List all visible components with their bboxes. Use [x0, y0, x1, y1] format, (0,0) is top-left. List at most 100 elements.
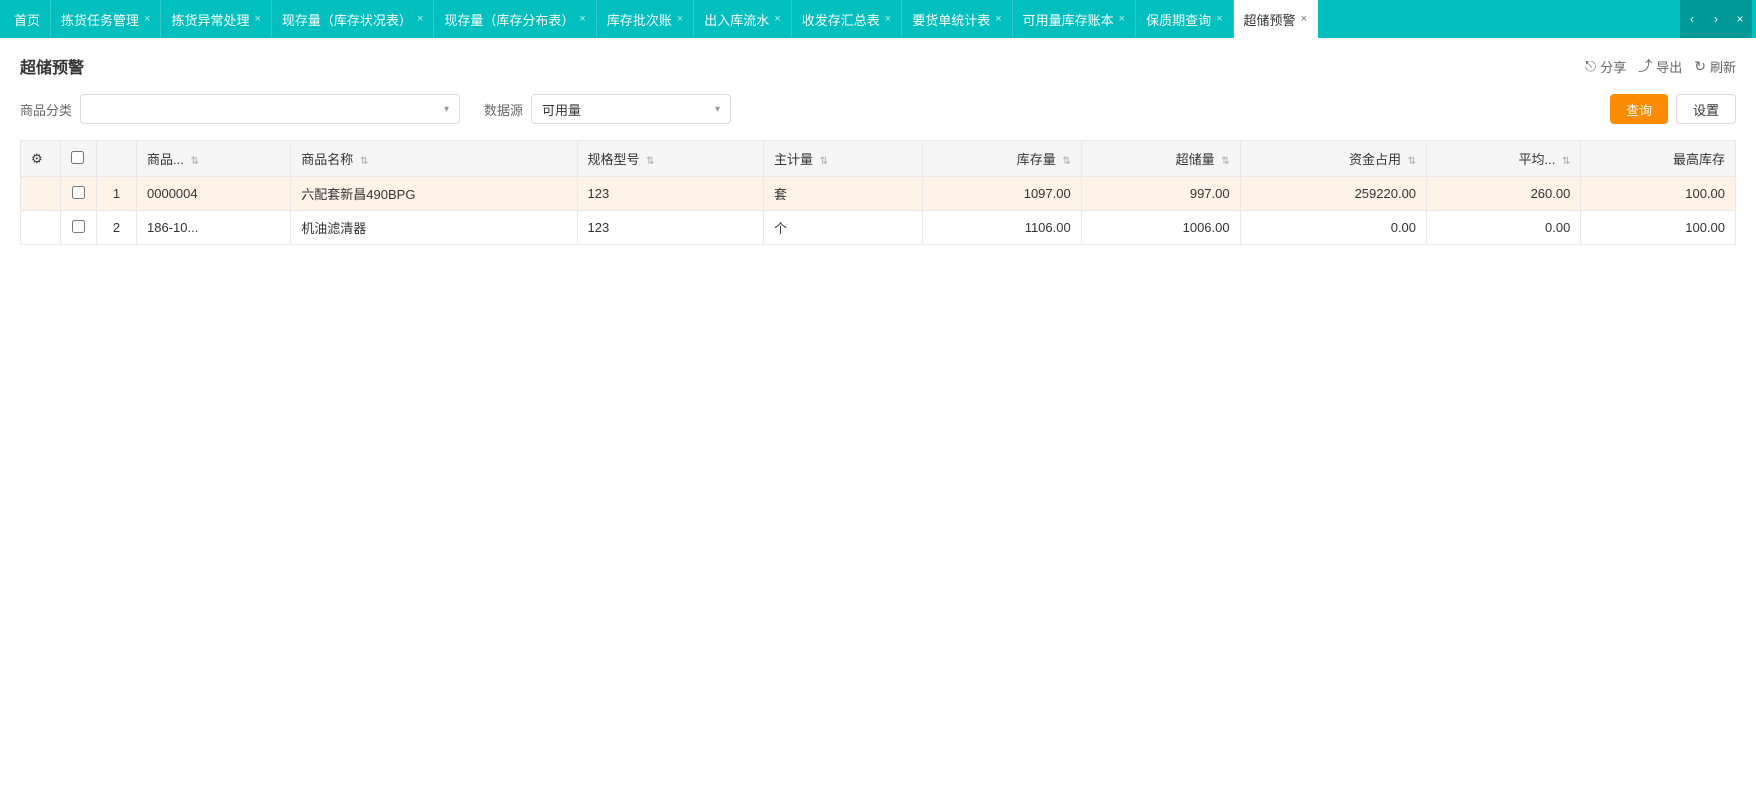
cell-avg: 260.00	[1427, 177, 1581, 211]
data-source-label: 数据源	[484, 100, 523, 119]
header-actions: ⎋ 分享 ⤴ 导出 ↻ 刷新	[1585, 56, 1736, 76]
nav-left-button[interactable]: ‹	[1680, 0, 1704, 38]
row-number: 2	[97, 211, 137, 245]
column-max-stock[interactable]: 最高库存	[1581, 141, 1736, 177]
tab-inventory-dist[interactable]: 现存量（库存分布表） ×	[434, 0, 596, 38]
row-action-cell	[21, 211, 61, 245]
tab-pick-task[interactable]: 拣货任务管理 ×	[51, 0, 161, 38]
data-source-select[interactable]: 可用量 ▾	[531, 94, 731, 124]
cell-unit: 个	[763, 211, 922, 245]
chevron-down-icon: ▾	[444, 104, 449, 115]
column-avg[interactable]: 平均... ⇅	[1427, 141, 1581, 177]
row-checkbox[interactable]	[72, 186, 85, 199]
tab-overstock-warning[interactable]: 超储预警 ×	[1234, 0, 1318, 38]
tab-order-stats[interactable]: 要货单统计表 ×	[902, 0, 1012, 38]
page-content: 超储预警 ⎋ 分享 ⤴ 导出 ↻ 刷新 商品分类 ▾ 数据源	[0, 38, 1756, 261]
cell-overstock: 1006.00	[1081, 211, 1240, 245]
export-icon: ⤴	[1638, 56, 1652, 76]
column-stock[interactable]: 库存量 ⇅	[922, 141, 1081, 177]
nav-right-button[interactable]: ›	[1704, 0, 1728, 38]
close-icon[interactable]: ×	[774, 13, 780, 25]
filter-bar: 商品分类 ▾ 数据源 可用量 ▾ 查询 设置	[20, 94, 1736, 124]
row-checkbox-cell	[61, 177, 97, 211]
tab-inventory-batch[interactable]: 库存批次账 ×	[597, 0, 694, 38]
page-title: 超储预警	[20, 54, 84, 78]
top-navigation: 首页 拣货任务管理 × 拣货异常处理 × 现存量（库存状况表） × 现存量（库存…	[0, 0, 1756, 38]
select-all-checkbox[interactable]	[71, 151, 84, 164]
table-row: 1 0000004 六配套新昌490BPG 123 套 1097.00	[21, 177, 1736, 211]
column-spec[interactable]: 规格型号 ⇅	[577, 141, 763, 177]
cell-spec: 123	[577, 177, 763, 211]
cell-product-name: 六配套新昌490BPG	[291, 177, 577, 211]
page-header: 超储预警 ⎋ 分享 ⤴ 导出 ↻ 刷新	[20, 54, 1736, 78]
close-icon[interactable]: ×	[1216, 13, 1222, 25]
export-link[interactable]: ⤴ 导出	[1638, 56, 1682, 76]
cell-stock: 1097.00	[922, 177, 1081, 211]
cell-product-name: 机油滤清器	[291, 211, 577, 245]
column-unit[interactable]: 主计量 ⇅	[763, 141, 922, 177]
sort-icon: ⇅	[1562, 156, 1570, 167]
nav-more-button[interactable]: ×	[1728, 0, 1752, 38]
sort-icon: ⇅	[1408, 156, 1416, 167]
row-number: 1	[97, 177, 137, 211]
share-link[interactable]: ⎋ 分享	[1585, 57, 1626, 76]
cell-capital: 259220.00	[1240, 177, 1426, 211]
gear-icon: ⚙	[31, 151, 43, 166]
cell-unit: 套	[763, 177, 922, 211]
close-icon[interactable]: ×	[885, 13, 891, 25]
tab-available-inventory[interactable]: 可用量库存账本 ×	[1013, 0, 1136, 38]
cell-overstock: 997.00	[1081, 177, 1240, 211]
cell-avg: 0.00	[1427, 211, 1581, 245]
product-category-select[interactable]: ▾	[80, 94, 460, 124]
close-icon[interactable]: ×	[1301, 13, 1307, 25]
table-row: 2 186-10... 机油滤清器 123 个 1106.00	[21, 211, 1736, 245]
close-icon[interactable]: ×	[677, 13, 683, 25]
chevron-down-icon: ▾	[715, 104, 720, 115]
nav-arrows: ‹ › ×	[1680, 0, 1752, 38]
cell-capital: 0.00	[1240, 211, 1426, 245]
cell-max-stock: 100.00	[1581, 211, 1736, 245]
close-icon[interactable]: ×	[144, 13, 150, 25]
cell-product-code: 0000004	[137, 177, 291, 211]
tab-pick-exception[interactable]: 拣货异常处理 ×	[161, 0, 271, 38]
cell-max-stock: 100.00	[1581, 177, 1736, 211]
query-button[interactable]: 查询	[1610, 94, 1668, 124]
data-table: ⚙ 商品... ⇅ 商品名称 ⇅ 规格型号 ⇅	[20, 140, 1736, 245]
close-icon[interactable]: ×	[995, 13, 1001, 25]
table-body: 1 0000004 六配套新昌490BPG 123 套 1097.00	[21, 177, 1736, 245]
close-icon[interactable]: ×	[1119, 13, 1125, 25]
row-action-cell	[21, 177, 61, 211]
sort-icon: ⇅	[1221, 156, 1229, 167]
tab-expiry-check[interactable]: 保质期查询 ×	[1136, 0, 1233, 38]
tab-home[interactable]: 首页	[4, 0, 51, 38]
cell-spec: 123	[577, 211, 763, 245]
column-checkbox	[61, 141, 97, 177]
tab-summary[interactable]: 收发存汇总表 ×	[792, 0, 902, 38]
sort-icon: ⇅	[1062, 156, 1070, 167]
column-gear[interactable]: ⚙	[21, 141, 61, 177]
tab-inventory-status[interactable]: 现存量（库存状况表） ×	[272, 0, 434, 38]
column-product-code[interactable]: 商品... ⇅	[137, 141, 291, 177]
column-product-name[interactable]: 商品名称 ⇅	[291, 141, 577, 177]
close-icon[interactable]: ×	[417, 13, 423, 25]
tab-inout-flow[interactable]: 出入库流水 ×	[694, 0, 791, 38]
sort-icon: ⇅	[646, 156, 654, 167]
filter-buttons: 查询 设置	[1610, 94, 1736, 124]
close-icon[interactable]: ×	[254, 13, 260, 25]
table-header: ⚙ 商品... ⇅ 商品名称 ⇅ 规格型号 ⇅	[21, 141, 1736, 177]
row-checkbox-cell	[61, 211, 97, 245]
column-capital[interactable]: 资金占用 ⇅	[1240, 141, 1426, 177]
close-icon[interactable]: ×	[579, 13, 585, 25]
column-row-num	[97, 141, 137, 177]
sort-icon: ⇅	[820, 156, 828, 167]
cell-stock: 1106.00	[922, 211, 1081, 245]
sort-icon: ⇅	[360, 156, 368, 167]
share-icon: ⎋	[1585, 58, 1596, 75]
column-overstock[interactable]: 超储量 ⇅	[1081, 141, 1240, 177]
row-checkbox[interactable]	[72, 220, 85, 233]
product-category-label: 商品分类	[20, 100, 72, 119]
data-source-filter: 数据源 可用量 ▾	[484, 94, 731, 124]
refresh-link[interactable]: ↻ 刷新	[1694, 57, 1736, 76]
cell-product-code: 186-10...	[137, 211, 291, 245]
settings-button[interactable]: 设置	[1676, 94, 1736, 124]
